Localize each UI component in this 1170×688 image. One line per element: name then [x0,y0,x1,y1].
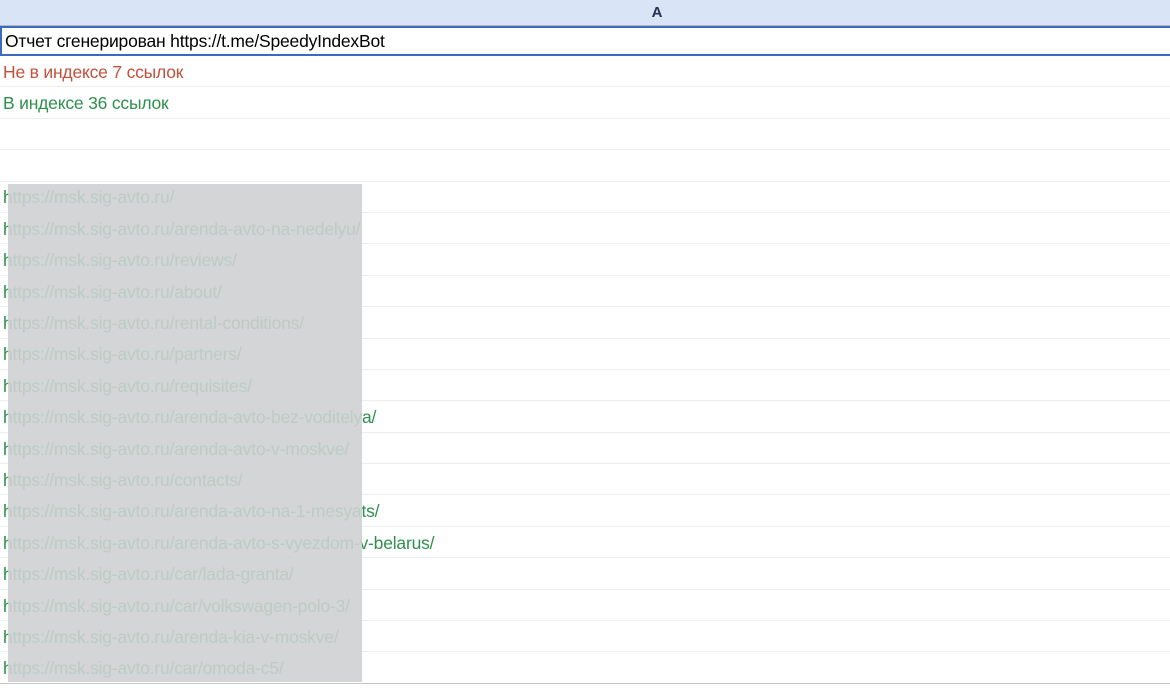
spreadsheet-cell[interactable]: https://msk.sig-avto.ru/car/volkswagen-p… [0,590,1170,622]
spreadsheet-cell[interactable]: https://msk.sig-avto.ru/about/ [0,276,1170,308]
spreadsheet-cell[interactable] [0,150,1170,182]
spreadsheet-cell[interactable]: https://msk.sig-avto.ru/arenda-avto-s-vy… [0,527,1170,559]
spreadsheet-grid: Отчет сгенерирован https://t.me/SpeedyIn… [0,26,1170,684]
spreadsheet-cell[interactable]: https://msk.sig-avto.ru/car/lada-granta/ [0,558,1170,590]
spreadsheet-cell[interactable]: https://msk.sig-avto.ru/partners/ [0,339,1170,370]
spreadsheet-cell[interactable]: В индексе 36 ссылок [0,87,1170,119]
spreadsheet-cell[interactable]: https://msk.sig-avto.ru/arenda-kia-v-mos… [0,621,1170,653]
spreadsheet-cell[interactable]: https://msk.sig-avto.ru/reviews/ [0,244,1170,276]
spreadsheet-cell[interactable]: https://msk.sig-avto.ru/requisites/ [0,370,1170,402]
spreadsheet-cell[interactable]: https://msk.sig-avto.ru/car/omoda-c5/ [0,652,1170,684]
spreadsheet-cell[interactable]: https://msk.sig-avto.ru/arenda-avto-v-mo… [0,433,1170,465]
spreadsheet-cell[interactable] [0,119,1170,151]
spreadsheet-cell[interactable]: https://msk.sig-avto.ru/contacts/ [0,464,1170,496]
spreadsheet-cell[interactable]: https://msk.sig-avto.ru/ [0,182,1170,213]
column-header-bar: A [0,0,1170,26]
spreadsheet-cell[interactable]: https://msk.sig-avto.ru/arenda-avto-bez-… [0,401,1170,433]
spreadsheet-cell[interactable]: Не в индексе 7 ссылок [0,56,1170,88]
spreadsheet-cell[interactable]: https://msk.sig-avto.ru/arenda-avto-na-n… [0,213,1170,245]
spreadsheet-cell[interactable]: Отчет сгенерирован https://t.me/SpeedyIn… [0,26,1170,56]
column-header-a[interactable]: A [639,4,675,21]
spreadsheet-cell[interactable]: https://msk.sig-avto.ru/rental-condition… [0,307,1170,339]
spreadsheet-cell[interactable]: https://msk.sig-avto.ru/arenda-avto-na-1… [0,495,1170,527]
